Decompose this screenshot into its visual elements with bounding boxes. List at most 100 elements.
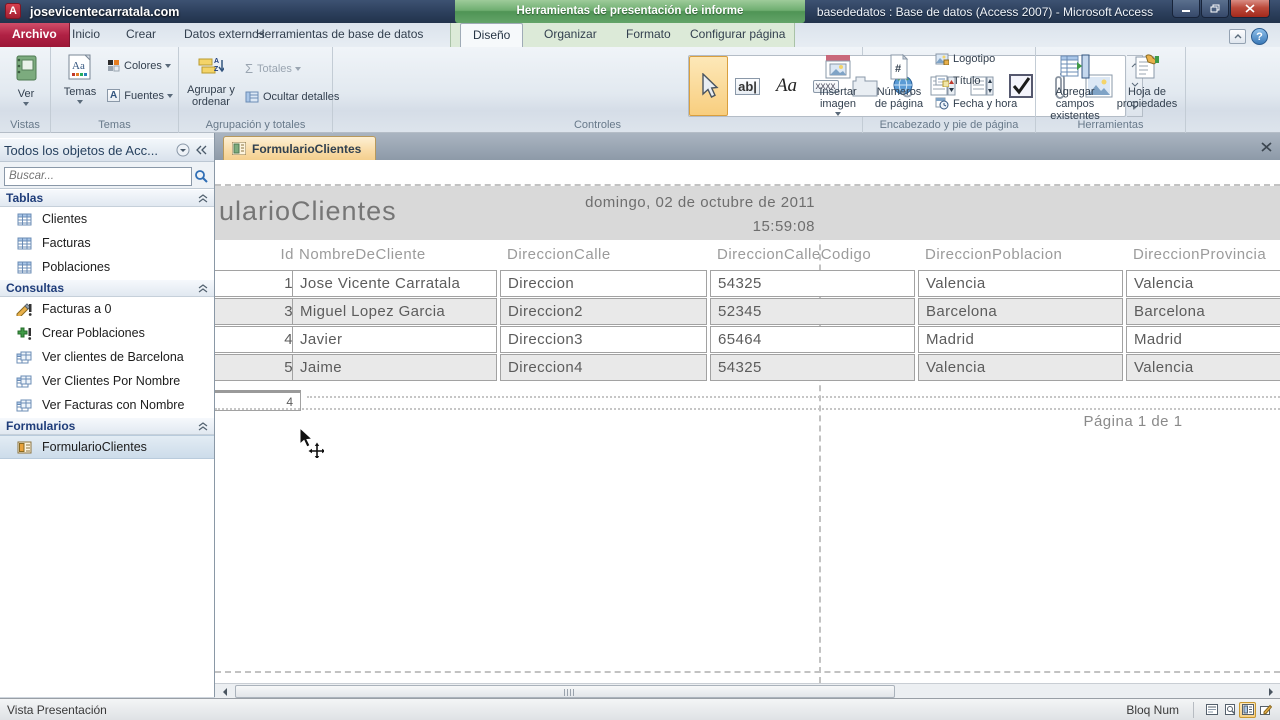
ribbon-tab-herramientas-de-base-de-datos[interactable]: Herramientas de base de datos — [244, 23, 435, 47]
report-cell-id-row2[interactable]: 3 — [215, 298, 301, 325]
nav-pane-header[interactable]: Todos los objetos de Acc... — [0, 138, 214, 162]
label-control-icon[interactable]: Aa — [767, 56, 806, 116]
fuentes-button[interactable]: A Fuentes — [107, 89, 173, 102]
svg-text:Aa: Aa — [72, 60, 85, 72]
report-cell-nombredecliente-row4[interactable]: Jaime — [292, 354, 497, 381]
select-pointer-icon[interactable] — [689, 56, 728, 116]
column-header-direccioncallecodigo[interactable]: DireccionCalleCodigo — [717, 246, 908, 263]
report-cell-nombredecliente-row1[interactable]: Jose Vicente Carratala — [292, 270, 497, 297]
nav-item-ver-clientes-por-nombre[interactable]: Ver Clientes Por Nombre — [0, 369, 214, 393]
scroll-right-icon[interactable] — [1263, 685, 1278, 698]
text-box-control-icon[interactable]: ab| — [728, 56, 767, 116]
report-time[interactable]: 15:59:08 — [753, 218, 815, 235]
report-cell-direccioncallecodigo-row4[interactable]: 54325 — [710, 354, 915, 381]
report-cell-id-row3[interactable]: 4 — [215, 326, 301, 353]
scroll-left-icon[interactable] — [217, 685, 232, 698]
report-cell-direccionprovincia-row3[interactable]: Madrid — [1126, 326, 1280, 353]
group-label-agrupacion: Agrupación y totales — [205, 119, 306, 131]
report-canvas[interactable]: ularioClientes domingo, 02 de octubre de… — [215, 160, 1280, 683]
nav-item-facturas-a-0[interactable]: Facturas a 0 — [0, 297, 214, 321]
report-cell-id-row1[interactable]: 1 — [215, 270, 301, 297]
titulo-button[interactable]: Título — [935, 75, 981, 87]
nav-item-clientes[interactable]: Clientes — [0, 207, 214, 231]
column-header-id[interactable]: Id — [215, 246, 294, 263]
report-title[interactable]: ularioClientes — [219, 196, 397, 227]
report-view-button[interactable] — [1203, 702, 1220, 718]
agrupar-ordenar-button[interactable]: AZ Agrupar y ordenar — [185, 54, 237, 108]
hoja-propiedades-button[interactable]: Hoja de propiedades — [1114, 54, 1180, 110]
report-cell-direccioncallecodigo-row2[interactable]: 52345 — [710, 298, 915, 325]
column-header-nombredecliente[interactable]: NombreDeCliente — [299, 246, 490, 263]
ribbon-tab-crear[interactable]: Crear — [114, 23, 168, 47]
ribbon-tab-dise-o[interactable]: Diseño — [460, 23, 524, 47]
print-preview-button[interactable] — [1221, 702, 1238, 718]
report-cell-direccionprovincia-row4[interactable]: Valencia — [1126, 354, 1280, 381]
report-cell-direccioncalle-row4[interactable]: Direccion4 — [500, 354, 707, 381]
column-header-direccioncalle[interactable]: DireccionCalle — [507, 246, 700, 263]
minimize-ribbon-button[interactable] — [1229, 29, 1246, 44]
ver-button[interactable]: Ver — [6, 54, 46, 106]
report-date[interactable]: domingo, 02 de octubre de 2011 — [585, 194, 815, 211]
close-button[interactable] — [1230, 0, 1270, 18]
document-close-icon[interactable] — [1258, 139, 1274, 155]
scrollbar-thumb[interactable] — [235, 685, 895, 698]
ocultar-detalles-button[interactable]: Ocultar detalles — [245, 91, 339, 103]
group-label-vistas: Vistas — [10, 119, 40, 131]
ribbon-tab-configurar-p-gina[interactable]: Configurar página — [678, 23, 797, 47]
nav-item-ver-facturas-con-nombre[interactable]: Ver Facturas con Nombre — [0, 393, 214, 417]
report-cell-nombredecliente-row3[interactable]: Javier — [292, 326, 497, 353]
report-cell-nombredecliente-row2[interactable]: Miguel Lopez Garcia — [292, 298, 497, 325]
report-cell-direccionpoblacion-row3[interactable]: Madrid — [918, 326, 1123, 353]
collapse-chevron-icon[interactable] — [198, 193, 208, 203]
ribbon-tab-organizar[interactable]: Organizar — [532, 23, 609, 47]
nav-item-ver-clientes-de-barcelona[interactable]: Ver clientes de Barcelona — [0, 345, 214, 369]
report-cell-direccioncalle-row1[interactable]: Direccion — [500, 270, 707, 297]
report-cell-id-row4[interactable]: 5 — [215, 354, 301, 381]
nav-item-facturas[interactable]: Facturas — [0, 231, 214, 255]
column-header-direccionprovincia[interactable]: DireccionProvincia — [1133, 246, 1280, 263]
insertar-imagen-button[interactable]: Insertar imagen — [815, 54, 861, 116]
report-cell-direccionpoblacion-row4[interactable]: Valencia — [918, 354, 1123, 381]
report-cell-direccionprovincia-row2[interactable]: Barcelona — [1126, 298, 1280, 325]
page-number-label[interactable]: Página 1 de 1 — [1083, 413, 1183, 430]
nav-section-header-consultas[interactable]: Consultas — [0, 279, 214, 297]
fecha-hora-button[interactable]: Fecha y hora — [935, 97, 1017, 110]
numeros-pagina-button[interactable]: # Números de página — [873, 53, 925, 110]
temas-button[interactable]: Aa Temas — [59, 54, 101, 104]
report-cell-direccioncallecodigo-row1[interactable]: 54325 — [710, 270, 915, 297]
layout-view-button[interactable] — [1239, 701, 1256, 718]
ribbon-tab-inicio[interactable]: Inicio — [60, 23, 112, 47]
report-header-band[interactable]: ularioClientes domingo, 02 de octubre de… — [215, 186, 1280, 240]
design-view-button[interactable] — [1257, 702, 1274, 718]
shutter-collapse-icon[interactable] — [192, 141, 210, 159]
search-input[interactable] — [4, 166, 192, 186]
collapse-chevron-icon[interactable] — [198, 283, 208, 293]
report-cell-direccionpoblacion-row2[interactable]: Barcelona — [918, 298, 1123, 325]
report-cell-direccioncallecodigo-row3[interactable]: 65464 — [710, 326, 915, 353]
nav-section-header-tablas[interactable]: Tablas — [0, 189, 214, 207]
collapse-chevron-icon[interactable] — [198, 421, 208, 431]
colores-button[interactable]: Colores — [107, 59, 171, 72]
logotipo-button[interactable]: Logotipo — [935, 53, 995, 65]
report-cell-direccioncalle-row3[interactable]: Direccion3 — [500, 326, 707, 353]
report-cell-direccioncalle-row2[interactable]: Direccion2 — [500, 298, 707, 325]
document-tab[interactable]: FormularioClientes — [223, 136, 377, 160]
report-cell-direccionprovincia-row1[interactable]: Valencia — [1126, 270, 1280, 297]
search-icon[interactable] — [192, 167, 210, 185]
totales-button[interactable]: Σ Totales — [245, 61, 301, 76]
ribbon-tab-formato[interactable]: Formato — [614, 23, 683, 47]
column-header-direccionpoblacion[interactable]: DireccionPoblacion — [925, 246, 1116, 263]
nav-menu-dropdown-icon[interactable] — [174, 141, 192, 159]
minimize-button[interactable] — [1172, 0, 1200, 18]
nav-section-header-formularios[interactable]: Formularios — [0, 417, 214, 435]
horizontal-scrollbar[interactable] — [215, 683, 1280, 698]
dropdown-caret-icon — [77, 100, 83, 104]
nav-item-poblaciones[interactable]: Poblaciones — [0, 255, 214, 279]
restore-button[interactable] — [1201, 0, 1229, 18]
nav-item-formularioclientes[interactable]: FormularioClientes — [0, 435, 214, 459]
agregar-campos-button[interactable]: Agregar campos existentes — [1040, 54, 1110, 122]
nav-item-crear-poblaciones[interactable]: Crear Poblaciones — [0, 321, 214, 345]
access-app-icon[interactable]: A — [5, 3, 21, 19]
report-cell-direccionpoblacion-row1[interactable]: Valencia — [918, 270, 1123, 297]
help-icon[interactable]: ? — [1251, 28, 1268, 45]
